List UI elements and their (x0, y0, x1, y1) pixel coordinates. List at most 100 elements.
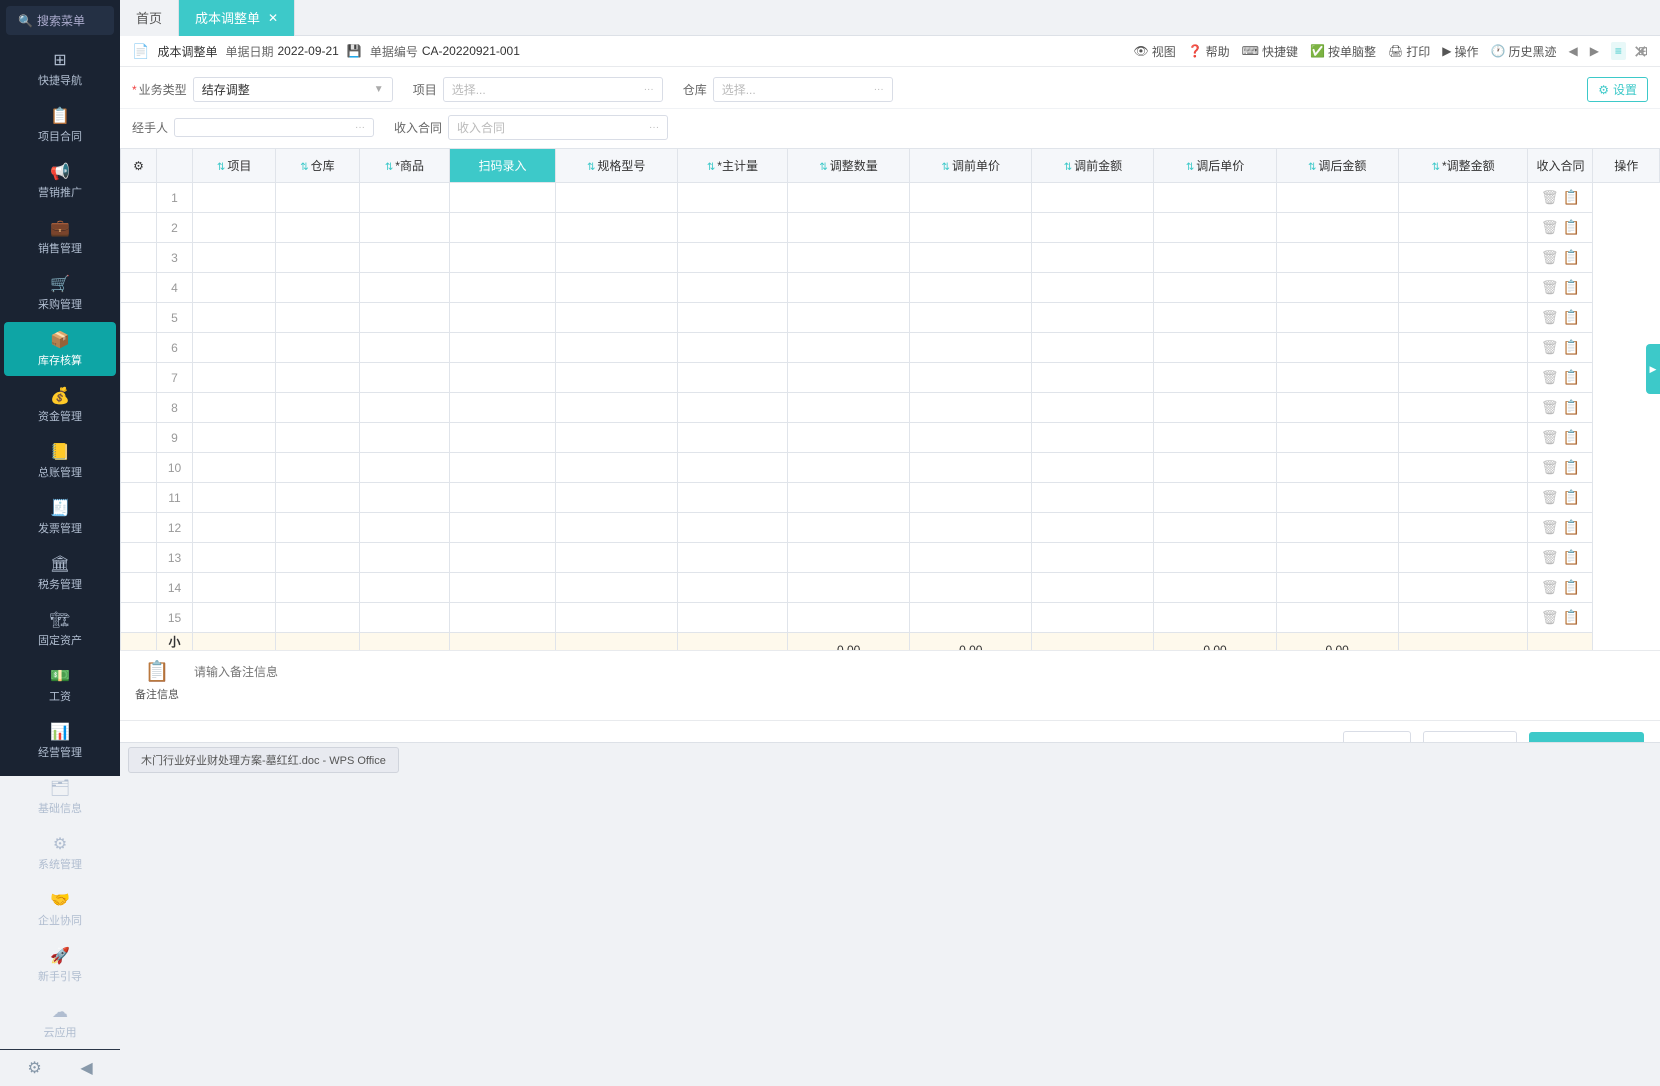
cell-data[interactable] (1154, 603, 1276, 633)
cell-data[interactable] (1276, 423, 1398, 453)
cell-data[interactable] (677, 513, 787, 543)
income-contract-select[interactable]: 收入合同 ··· (448, 115, 668, 140)
cell-data[interactable] (788, 603, 910, 633)
cell-data[interactable] (910, 273, 1032, 303)
cell-data[interactable] (1154, 423, 1276, 453)
cell-data[interactable] (1154, 273, 1276, 303)
cell-data[interactable] (555, 333, 677, 363)
save-icon[interactable]: 💾 (347, 44, 362, 58)
cell-data[interactable] (193, 363, 276, 393)
cell-data[interactable] (910, 423, 1032, 453)
nav-next-icon[interactable]: ▶ (1590, 44, 1599, 58)
cell-data[interactable] (788, 573, 910, 603)
col-after-price[interactable]: ⇅调后单价 (1154, 149, 1276, 183)
cell-data[interactable] (450, 513, 555, 543)
cell-data[interactable] (1032, 273, 1154, 303)
delete-icon[interactable]: 🗑 (1541, 279, 1559, 295)
cell-data[interactable] (788, 333, 910, 363)
cell-data[interactable] (788, 303, 910, 333)
cell-data[interactable] (276, 543, 359, 573)
sidebar-item-salary[interactable]: 💵 工资 (4, 658, 116, 712)
cell-data[interactable] (1154, 363, 1276, 393)
taskbar-wps-item[interactable]: 木门行业好业财处理方案-墓红红.doc - WPS Office (128, 747, 399, 773)
cell-data[interactable] (1032, 303, 1154, 333)
cell-data[interactable] (1154, 183, 1276, 213)
copy-icon[interactable]: 📋 (1563, 519, 1580, 535)
cell-data[interactable] (910, 183, 1032, 213)
cell-data[interactable] (555, 303, 677, 333)
cell-data[interactable] (450, 303, 555, 333)
cell-data[interactable] (276, 513, 359, 543)
col-product[interactable]: ⇅*商品 (359, 149, 450, 183)
project-select[interactable]: 选择... ··· (443, 77, 663, 102)
cell-data[interactable] (193, 273, 276, 303)
delete-icon[interactable]: 🗑 (1541, 339, 1559, 355)
col-before-amount[interactable]: ⇅调前金额 (1032, 149, 1154, 183)
cell-data[interactable] (1398, 573, 1528, 603)
cell-data[interactable] (450, 183, 555, 213)
cell-data[interactable] (1032, 183, 1154, 213)
cell-data[interactable] (1032, 423, 1154, 453)
cell-data[interactable] (1276, 273, 1398, 303)
delete-icon[interactable]: 🗑 (1541, 519, 1559, 535)
col-settings[interactable]: ⚙ (121, 149, 157, 183)
copy-icon[interactable]: 📋 (1563, 489, 1580, 505)
cell-data[interactable] (1398, 483, 1528, 513)
cell-data[interactable] (276, 303, 359, 333)
delete-icon[interactable]: 🗑 (1541, 309, 1559, 325)
cell-data[interactable] (1398, 303, 1528, 333)
settings-icon[interactable]: ⚙ (27, 1058, 41, 1078)
cell-data[interactable] (677, 453, 787, 483)
copy-icon[interactable]: 📋 (1563, 399, 1580, 415)
cell-data[interactable] (910, 483, 1032, 513)
cell-data[interactable] (1276, 573, 1398, 603)
cell-data[interactable] (359, 213, 450, 243)
cell-data[interactable] (1154, 303, 1276, 333)
history-btn[interactable]: 🕐 历史黑迹 (1490, 43, 1556, 60)
cell-data[interactable] (193, 243, 276, 273)
col-project[interactable]: ⇅项目 (193, 149, 276, 183)
collapse-icon[interactable]: ◀ (80, 1058, 92, 1078)
cell-data[interactable] (359, 393, 450, 423)
cell-data[interactable] (450, 213, 555, 243)
sidebar-item-fixed-assets[interactable]: 🏗 固定资产 (4, 602, 116, 656)
cell-data[interactable] (276, 483, 359, 513)
cell-data[interactable] (1154, 513, 1276, 543)
cell-data[interactable] (276, 273, 359, 303)
delete-icon[interactable]: 🗑 (1541, 579, 1559, 595)
cell-data[interactable] (193, 603, 276, 633)
cell-data[interactable] (555, 423, 677, 453)
cell-data[interactable] (359, 423, 450, 453)
cell-data[interactable] (1032, 213, 1154, 243)
sidebar-item-system-mgmt[interactable]: ⚙ 系统管理 (4, 826, 116, 880)
sidebar-item-inventory[interactable]: 📦 库存核算 (4, 322, 116, 376)
cell-data[interactable] (359, 603, 450, 633)
copy-icon[interactable]: 📋 (1563, 369, 1580, 385)
copy-icon[interactable]: 📋 (1563, 219, 1580, 235)
cell-data[interactable] (1032, 453, 1154, 483)
right-edge-tab[interactable]: ▶ (1646, 344, 1660, 394)
cell-data[interactable] (1032, 513, 1154, 543)
delete-icon[interactable]: 🗑 (1541, 549, 1559, 565)
cell-data[interactable] (677, 213, 787, 243)
cell-data[interactable] (1032, 483, 1154, 513)
copy-icon[interactable]: 📋 (1563, 249, 1580, 265)
sidebar-item-purchase-mgmt[interactable]: 🛒 采购管理 (4, 266, 116, 320)
cell-data[interactable] (359, 273, 450, 303)
cell-data[interactable] (677, 363, 787, 393)
col-unit[interactable]: ⇅*主计量 (677, 149, 787, 183)
cell-data[interactable] (788, 363, 910, 393)
cell-data[interactable] (1154, 453, 1276, 483)
delete-icon[interactable]: 🗑 (1541, 399, 1559, 415)
delete-icon[interactable]: 🗑 (1541, 189, 1559, 205)
sidebar-item-basic-info[interactable]: 🗂 基础信息 (4, 770, 116, 824)
cell-data[interactable] (555, 183, 677, 213)
cell-data[interactable] (193, 303, 276, 333)
cell-data[interactable] (359, 543, 450, 573)
cell-data[interactable] (788, 483, 910, 513)
business-type-select[interactable]: 结存调整 ▼ (193, 77, 393, 102)
cell-data[interactable] (788, 543, 910, 573)
cell-data[interactable] (359, 453, 450, 483)
cell-data[interactable] (788, 243, 910, 273)
settings-btn[interactable]: ⚙ 设置 (1587, 77, 1648, 102)
